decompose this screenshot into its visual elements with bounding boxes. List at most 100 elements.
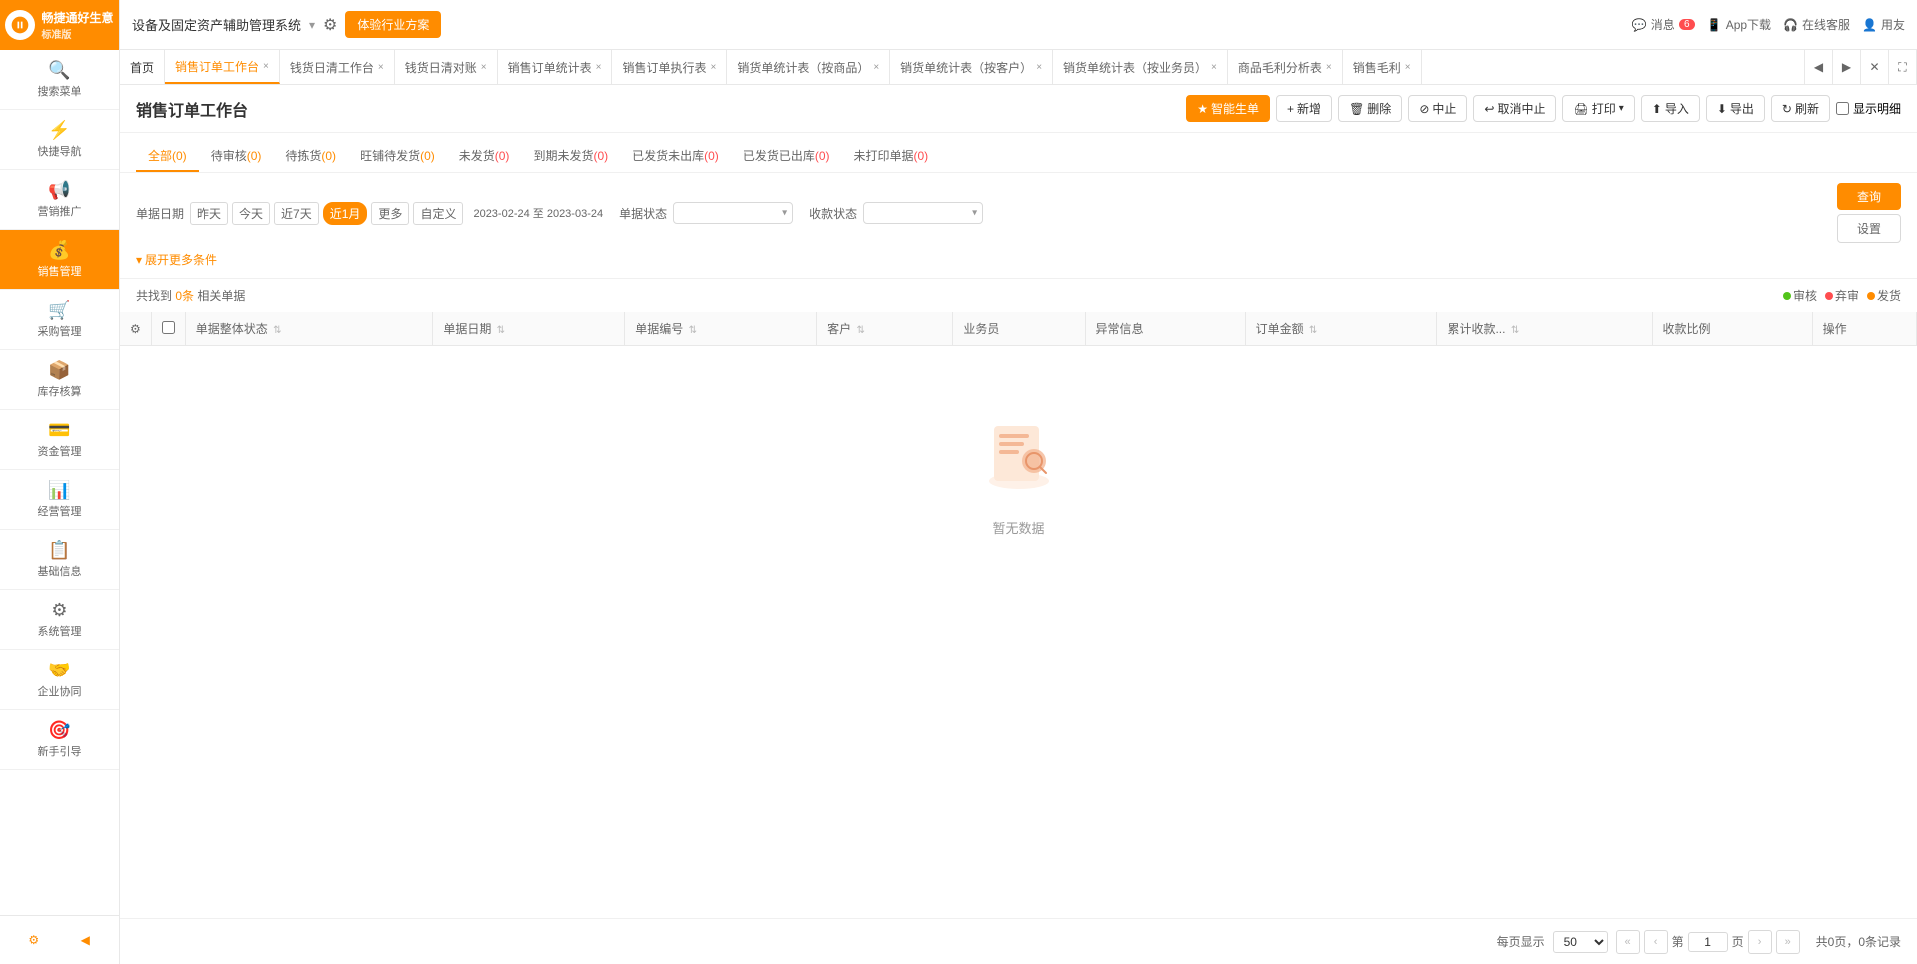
tab-label-2: 钱货日清工作台 [290, 59, 374, 76]
tab-close-5[interactable]: × [710, 62, 716, 73]
sort-icon-amount[interactable]: ⇅ [1309, 325, 1317, 336]
tab-8[interactable]: 销货单统计表（按业务员）× [1053, 50, 1228, 84]
set-btn[interactable]: 设置 [1837, 214, 1901, 243]
sidebar-item-新手引导[interactable]: 🎯新手引导 [0, 710, 119, 770]
tab-maximize-btn[interactable]: ⛶ [1889, 50, 1917, 85]
tab-7[interactable]: 销货单统计表（按客户）× [890, 50, 1053, 84]
app-download-btn[interactable]: 📱 App下载 [1707, 16, 1771, 33]
sort-icon-number[interactable]: ⇅ [689, 325, 697, 336]
cancel-stop-btn[interactable]: ↩ 取消中止 [1473, 95, 1556, 122]
date-filter: 单据日期 昨天今天近7天近1月更多自定义 2023-02-24 至 2023-0… [136, 202, 603, 225]
tab-10[interactable]: 销售毛利× [1343, 50, 1422, 84]
sort-icon-customer[interactable]: ⇅ [856, 325, 864, 336]
tab-4[interactable]: 销售订单统计表× [498, 50, 613, 84]
show-detail-checkbox[interactable]: 显示明细 [1836, 100, 1901, 117]
tab-0[interactable]: 首页 [120, 50, 165, 84]
smart-btn[interactable]: ★ 智能生单 [1186, 95, 1270, 122]
import-btn[interactable]: ⬆ 导入 [1641, 95, 1700, 122]
sort-icon-status[interactable]: ⇅ [273, 325, 281, 336]
sort-icon-collected[interactable]: ⇅ [1511, 325, 1519, 336]
sidebar-item-系统管理[interactable]: ⚙系统管理 [0, 590, 119, 650]
tab-prev-btn[interactable]: ◀ [1805, 50, 1833, 85]
sub-tab-5[interactable]: 到期未发货(0) [521, 141, 620, 172]
sub-tab-4[interactable]: 未发货(0) [447, 141, 522, 172]
sidebar-item-销售管理[interactable]: 💰销售管理 [0, 230, 119, 290]
tab-next-btn[interactable]: ▶ [1833, 50, 1861, 85]
dropdown-arrow-icon[interactable]: ▾ [309, 18, 315, 32]
system-name: 设备及固定资产辅助管理系统 [132, 15, 301, 34]
query-btn[interactable]: 查询 [1837, 183, 1901, 210]
refresh-btn[interactable]: ↻ 刷新 [1771, 95, 1830, 122]
sub-tab-7[interactable]: 已发货已出库(0) [731, 141, 842, 172]
date-btn-昨天[interactable]: 昨天 [190, 202, 228, 225]
collect-select[interactable] [863, 202, 983, 224]
sub-tab-0[interactable]: 全部(0) [136, 141, 199, 172]
tab-5[interactable]: 销售订单执行表× [612, 50, 727, 84]
sub-tab-count-0: (0) [172, 149, 187, 163]
tab-close-9[interactable]: × [1326, 62, 1332, 73]
collapse-btn[interactable]: ◀ [69, 924, 101, 956]
sidebar-label-7: 经营管理 [38, 503, 82, 519]
deliver-action-btn[interactable]: 发货 [1867, 287, 1901, 304]
settings-bottom-btn[interactable]: ⚙ [18, 924, 50, 956]
audit-action-btn[interactable]: 审核 [1783, 287, 1817, 304]
th-config[interactable]: ⚙ [120, 312, 151, 346]
stop-btn[interactable]: ⊘ 中止 [1408, 95, 1467, 122]
sidebar-item-企业协同[interactable]: 🤝企业协同 [0, 650, 119, 710]
tab-1[interactable]: 销售订单工作台× [165, 50, 280, 84]
sidebar-item-库存核算[interactable]: 📦库存核算 [0, 350, 119, 410]
sort-icon-date[interactable]: ⇅ [497, 325, 505, 336]
sidebar-item-采购管理[interactable]: 🛒采购管理 [0, 290, 119, 350]
tab-close-7[interactable]: × [1036, 62, 1042, 73]
date-btn-今天[interactable]: 今天 [232, 202, 270, 225]
date-btn-近7天[interactable]: 近7天 [274, 202, 319, 225]
tab-close-4[interactable]: × [596, 62, 602, 73]
status-select[interactable] [673, 202, 793, 224]
sub-tab-1[interactable]: 待审核(0) [199, 141, 274, 172]
th-checkbox[interactable] [151, 312, 185, 346]
industry-btn[interactable]: 体验行业方案 [345, 11, 441, 38]
sub-tab-6[interactable]: 已发货未出库(0) [620, 141, 731, 172]
sidebar-item-营销推广[interactable]: 📢营销推广 [0, 170, 119, 230]
page-prev-btn[interactable]: ‹ [1644, 930, 1668, 954]
page-last-btn[interactable]: » [1776, 930, 1800, 954]
sidebar-item-搜索菜单[interactable]: 🔍搜索菜单 [0, 50, 119, 110]
sidebar-item-基础信息[interactable]: 📋基础信息 [0, 530, 119, 590]
tab-6[interactable]: 销货单统计表（按商品）× [727, 50, 890, 84]
tab-close-1[interactable]: × [263, 61, 269, 72]
sub-tab-2[interactable]: 待拣货(0) [273, 141, 348, 172]
sidebar-item-快捷导航[interactable]: ⚡快捷导航 [0, 110, 119, 170]
tab-close-all-btn[interactable]: ✕ [1861, 50, 1889, 85]
date-btn-自定义[interactable]: 自定义 [413, 202, 463, 225]
delete-btn[interactable]: 🗑 删除 [1338, 95, 1402, 122]
sidebar-item-资金管理[interactable]: 💳资金管理 [0, 410, 119, 470]
export-btn[interactable]: ⬇ 导出 [1706, 95, 1765, 122]
tab-close-6[interactable]: × [873, 62, 879, 73]
page-input[interactable] [1688, 932, 1728, 952]
date-btn-更多[interactable]: 更多 [371, 202, 409, 225]
add-btn[interactable]: + 新增 [1276, 95, 1332, 122]
page-header-actions: ★ 智能生单 + 新增 🗑 删除 ⊘ 中止 ↩ 取消中止 [1186, 95, 1901, 122]
page-size-select[interactable]: 50 10 20 100 [1553, 931, 1608, 953]
print-btn[interactable]: 🖨 打印 ▾ [1562, 95, 1634, 122]
sub-tab-3[interactable]: 旺铺待发货(0) [348, 141, 447, 172]
sidebar-icon-9: ⚙ [51, 600, 67, 621]
page-next-btn[interactable]: › [1748, 930, 1772, 954]
tab-close-10[interactable]: × [1405, 62, 1411, 73]
user-btn[interactable]: 👤 用友 [1862, 16, 1905, 33]
page-first-btn[interactable]: « [1616, 930, 1640, 954]
tab-close-8[interactable]: × [1211, 62, 1217, 73]
tab-close-2[interactable]: × [378, 62, 384, 73]
tab-2[interactable]: 钱货日清工作台 × [280, 50, 395, 84]
expand-btn[interactable]: ▾ 展开更多条件 [136, 251, 1901, 268]
sub-tab-8[interactable]: 未打印单据(0) [842, 141, 941, 172]
tab-close-3[interactable]: × [481, 62, 487, 73]
online-service-btn[interactable]: 🎧 在线客服 [1783, 16, 1850, 33]
sidebar-item-经营管理[interactable]: 📊经营管理 [0, 470, 119, 530]
tab-9[interactable]: 商品毛利分析表× [1228, 50, 1343, 84]
message-btn[interactable]: 💬 消息 6 [1632, 16, 1695, 33]
tab-3[interactable]: 钱货日清对账× [395, 50, 498, 84]
unaudit-action-btn[interactable]: 弃审 [1825, 287, 1859, 304]
date-btn-近1月[interactable]: 近1月 [323, 202, 368, 225]
gear-icon[interactable]: ⚙ [323, 15, 337, 35]
